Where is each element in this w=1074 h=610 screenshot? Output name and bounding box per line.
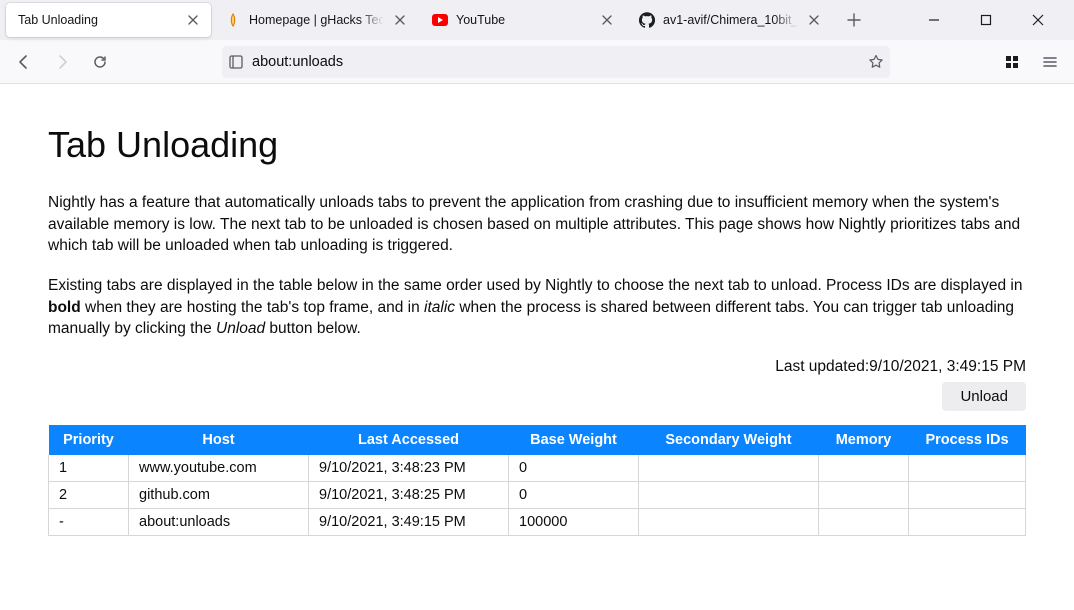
tab-label: Tab Unloading [18,13,177,27]
navbar [0,40,1074,84]
tab-github[interactable]: av1-avif/Chimera_10bit_cropped [627,3,832,37]
table-header-row: Priority Host Last Accessed Base Weight … [49,425,1026,455]
new-tab-button[interactable] [838,4,870,36]
app-menu-button[interactable] [1034,46,1066,78]
identity-icon[interactable] [228,54,244,70]
url-bar[interactable] [222,46,890,78]
col-mem[interactable]: Memory [819,425,909,455]
close-icon[interactable] [185,12,201,28]
youtube-icon [432,12,448,28]
url-input[interactable] [252,54,860,70]
col-pid[interactable]: Process IDs [909,425,1026,455]
tab-tab-unloading[interactable]: Tab Unloading [6,3,211,37]
intro-paragraph-1: Nightly has a feature that automatically… [48,192,1026,257]
close-icon[interactable] [806,12,822,28]
last-updated: Last updated: 9/10/2021, 3:49:15 PM [48,358,1026,376]
reload-button[interactable] [84,46,116,78]
table-row: 1 www.youtube.com 9/10/2021, 3:48:23 PM … [49,455,1026,482]
page-title: Tab Unloading [48,124,1026,166]
col-last[interactable]: Last Accessed [309,425,509,455]
col-bw[interactable]: Base Weight [509,425,639,455]
close-window-button[interactable] [1016,4,1060,36]
github-icon [639,12,655,28]
extensions-button[interactable] [996,46,1028,78]
tab-strip: Tab Unloading Homepage | gHacks Technolo… [0,0,1074,40]
tab-label: YouTube [456,13,591,27]
col-priority[interactable]: Priority [49,425,129,455]
close-icon[interactable] [392,12,408,28]
page-content: Tab Unloading Nightly has a feature that… [0,84,1074,536]
close-icon[interactable] [599,12,615,28]
tab-label: av1-avif/Chimera_10bit_cropped [663,13,798,27]
intro-paragraph-2: Existing tabs are displayed in the table… [48,275,1026,340]
tab-label: Homepage | gHacks Technology News [249,13,384,27]
maximize-button[interactable] [964,4,1008,36]
minimize-button[interactable] [912,4,956,36]
unload-button[interactable]: Unload [942,382,1026,411]
bookmark-star-icon[interactable] [868,54,884,70]
table-row: 2 github.com 9/10/2021, 3:48:25 PM 0 [49,482,1026,509]
back-button[interactable] [8,46,40,78]
tab-unload-table: Priority Host Last Accessed Base Weight … [48,425,1026,536]
window-controls [912,4,1068,36]
ghacks-icon [225,12,241,28]
tab-ghacks[interactable]: Homepage | gHacks Technology News [213,3,418,37]
col-host[interactable]: Host [129,425,309,455]
forward-button[interactable] [46,46,78,78]
tab-youtube[interactable]: YouTube [420,3,625,37]
table-row: - about:unloads 9/10/2021, 3:49:15 PM 10… [49,509,1026,536]
col-sw[interactable]: Secondary Weight [639,425,819,455]
